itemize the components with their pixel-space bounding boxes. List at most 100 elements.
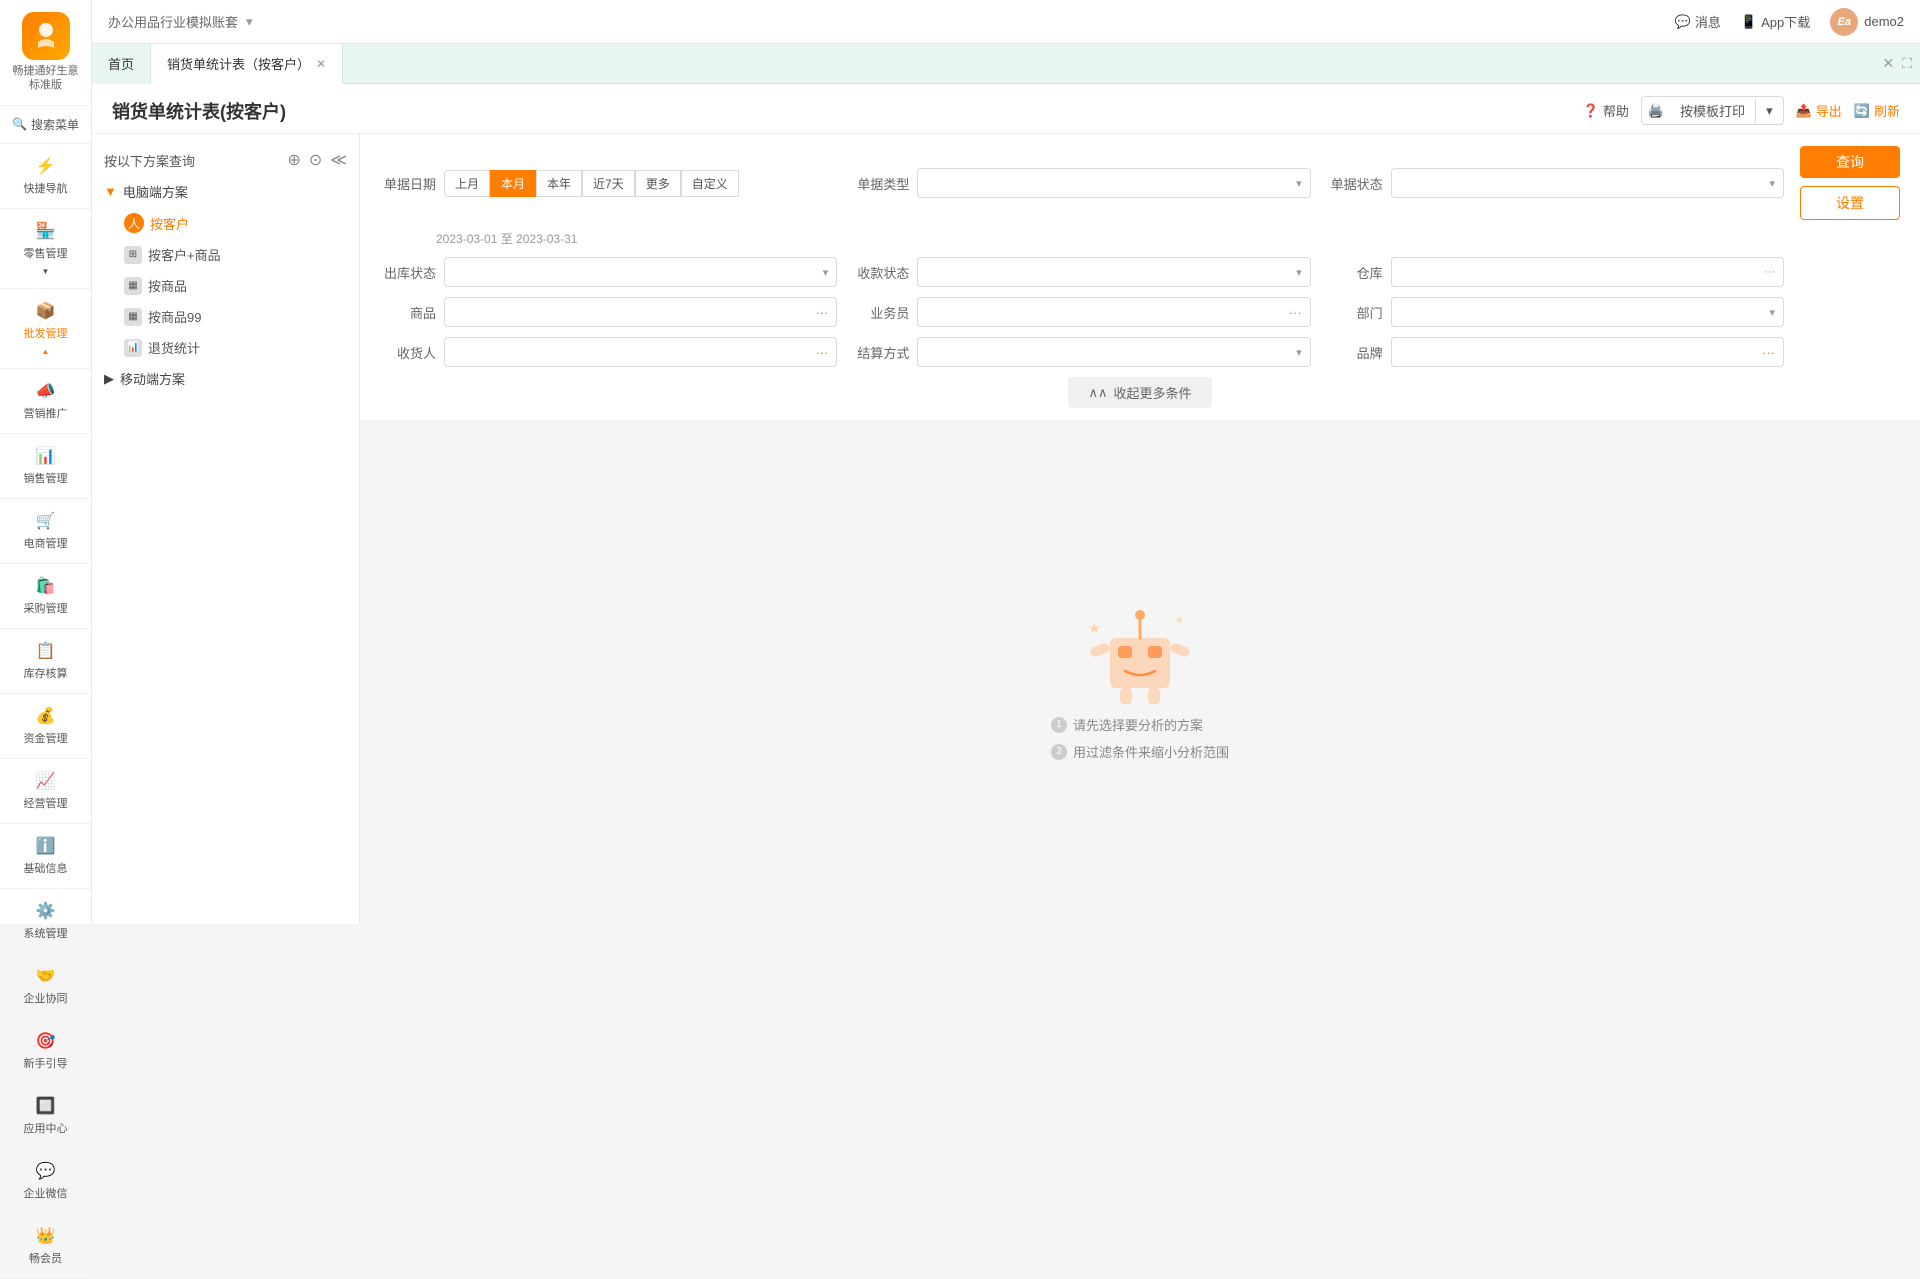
brand-select[interactable]: ··· [1391, 337, 1784, 367]
maximize-icon[interactable]: ⛶ [1902, 55, 1912, 72]
date-btn-last-month[interactable]: 上月 [444, 170, 490, 197]
sidebar-item-weixin[interactable]: 💬 企业微信 [0, 1149, 91, 1214]
filter-receipt-status: 收款状态 ▾ [853, 257, 1310, 287]
edit-scheme-icon[interactable]: ⊙ [309, 150, 322, 170]
goods-select[interactable]: ··· [444, 297, 837, 327]
empty-state-illustration: ★ ★ [1080, 583, 1200, 703]
date-btn-7days[interactable]: 近7天 [582, 170, 635, 197]
page-actions: ❓ 帮助 🖨️ 按模板打印 ▾ 📤 导出 🔄 刷新 [1583, 96, 1900, 125]
tree-section-mobile[interactable]: ▶ 移动端方案 [92, 363, 359, 394]
sidebar-item-yingxiao[interactable]: 📣 营销推广 [0, 369, 91, 434]
date-btn-more[interactable]: 更多 [635, 170, 681, 197]
settlement-control[interactable]: ▾ [917, 337, 1310, 367]
left-panel: 按以下方案查询 ⊕ ⊙ ≪ ▼ 电脑端方案 人 按客户 [92, 134, 360, 924]
tree-item-by-customer[interactable]: 人 按客户 [92, 207, 359, 239]
date-btn-this-month[interactable]: 本月 [490, 170, 536, 197]
date-control: 上月 本月 本年 近7天 更多 自定义 [444, 170, 837, 197]
sidebar-item-caigou[interactable]: 🛍️ 采购管理 [0, 564, 91, 629]
sidebar-item-lingshou[interactable]: 🏪 零售管理 ▼ [0, 209, 91, 289]
receipt-status-select[interactable]: ▾ [917, 257, 1310, 287]
sidebar-item-xiaoshou[interactable]: 📊 销售管理 [0, 434, 91, 499]
out-status-select[interactable]: ▾ [444, 257, 837, 287]
add-scheme-icon[interactable]: ⊕ [287, 150, 300, 170]
tab-close-icon[interactable]: ✕ [316, 57, 326, 71]
box-icon: ▦ [124, 277, 142, 295]
message-btn[interactable]: 💬 消息 [1675, 12, 1721, 31]
date-label: 单据日期 [380, 174, 436, 193]
refresh-btn[interactable]: 🔄 刷新 [1854, 101, 1900, 120]
out-status-control[interactable]: ▾ [444, 257, 837, 287]
caigou-icon: 🛍️ [36, 576, 56, 596]
kuaijie-icon: ⚡ [36, 156, 56, 176]
sidebar-item-xitong[interactable]: ⚙️ 系统管理 [0, 889, 91, 954]
sidebar-item-dianshang[interactable]: 🛒 电商管理 [0, 499, 91, 564]
yingyong-icon: 🔲 [36, 1096, 56, 1116]
settlement-select[interactable]: ▾ [917, 337, 1310, 367]
tree-item-customer-goods[interactable]: ⊞ 按客户+商品 [92, 239, 359, 270]
date-btn-this-year[interactable]: 本年 [536, 170, 582, 197]
sidebar-item-xinshou[interactable]: 🎯 新手引导 [0, 1019, 91, 1084]
user-menu[interactable]: Ea demo2 [1830, 8, 1904, 36]
tree-item-goods[interactable]: ▦ 按商品 [92, 270, 359, 301]
warehouse-control[interactable]: ··· [1391, 257, 1784, 287]
sidebar-item-qiye[interactable]: 🤝 企业协同 [0, 954, 91, 1019]
logo-text: 畅捷通好生意 标准版 [13, 64, 79, 93]
collapse-btn[interactable]: ∧∧ 收起更多条件 [1068, 377, 1211, 408]
collapse-panel-icon[interactable]: ≪ [330, 150, 347, 170]
sidebar-item-kuaijie[interactable]: ⚡ 快捷导航 [0, 144, 91, 209]
brand-control[interactable]: ··· [1391, 337, 1784, 367]
sidebar-item-zijin[interactable]: 💰 资金管理 [0, 694, 91, 759]
receipt-status-control[interactable]: ▾ [917, 257, 1310, 287]
sidebar-item-yingyong[interactable]: 🔲 应用中心 [0, 1084, 91, 1149]
warehouse-select[interactable]: ··· [1391, 257, 1784, 287]
hint-1: 1 请先选择要分析的方案 [1051, 715, 1229, 734]
page-header: 销货单统计表(按客户) ❓ 帮助 🖨️ 按模板打印 ▾ 📤 导出 🔄 刷新 [92, 84, 1920, 134]
settings-btn[interactable]: 设置 [1800, 186, 1900, 220]
dianshang-icon: 🛒 [36, 511, 56, 531]
lingshou-icon: 🏪 [36, 221, 56, 241]
order-status-control[interactable]: ▾ [1391, 168, 1784, 198]
export-btn[interactable]: 📤 导出 [1796, 101, 1842, 120]
sidebar-item-kucun[interactable]: 📋 库存核算 [0, 629, 91, 694]
salesperson-select[interactable]: ··· [917, 297, 1310, 327]
salesperson-control[interactable]: ··· [917, 297, 1310, 327]
sidebar-item-jichu[interactable]: ℹ️ 基础信息 [0, 824, 91, 889]
tree-item-goods99[interactable]: ▦ 按商品99 [92, 301, 359, 332]
department-control[interactable]: ▾ [1391, 297, 1784, 327]
active-scheme-icon: 人 [124, 213, 144, 233]
close-window-icon[interactable]: ✕ [1882, 55, 1894, 72]
tab-home[interactable]: 首页 [92, 44, 151, 84]
right-area: 单据日期 上月 本月 本年 近7天 更多 自定义 [360, 134, 1920, 924]
sidebar-item-huiyuan[interactable]: 👑 畅会员 [0, 1214, 91, 1279]
date-btn-custom[interactable]: 自定义 [681, 170, 739, 197]
order-status-select[interactable]: ▾ [1391, 168, 1784, 198]
tree-arrow-down-icon: ▼ [104, 184, 117, 199]
hint-num-1: 1 [1051, 717, 1067, 733]
order-status-label: 单据状态 [1327, 174, 1383, 193]
goods-control[interactable]: ··· [444, 297, 837, 327]
app-download-btn[interactable]: 📱 App下载 [1741, 12, 1810, 31]
search-menu[interactable]: 🔍 搜索菜单 [0, 106, 91, 144]
order-type-select[interactable]: ▾ [917, 168, 1310, 198]
qiye-icon: 🤝 [36, 966, 56, 986]
sidebar-item-pifa[interactable]: 📦 批发管理 ▲ [0, 289, 91, 369]
collapse-icon: ∧∧ [1088, 385, 1107, 401]
tab-sales-stats[interactable]: 销货单统计表（按客户） ✕ [151, 44, 343, 84]
order-type-control[interactable]: ▾ [917, 168, 1310, 198]
receiver-control[interactable]: ··· [444, 337, 837, 367]
department-select[interactable]: ▾ [1391, 297, 1784, 327]
chevron-down-icon: ▼ [42, 267, 50, 276]
sidebar-item-jingying[interactable]: 📈 经营管理 [0, 759, 91, 824]
filter-order-type: 单据类型 ▾ [853, 168, 1310, 198]
print-label[interactable]: 按模板打印 [1670, 97, 1755, 124]
receiver-select[interactable]: ··· [444, 337, 837, 367]
query-btn[interactable]: 查询 [1800, 146, 1900, 178]
tree-item-return-stats[interactable]: 📊 退货统计 [92, 332, 359, 363]
dropdown-arrow-icon[interactable]: ▾ [246, 14, 253, 30]
help-btn[interactable]: ❓ 帮助 [1583, 101, 1629, 120]
search-icon: 🔍 [12, 117, 27, 131]
filter-goods: 商品 ··· [380, 297, 837, 327]
print-dropdown-arrow[interactable]: ▾ [1755, 99, 1783, 123]
filter-brand: 品牌 ··· [1327, 337, 1784, 367]
tree-section-pc[interactable]: ▼ 电脑端方案 [92, 176, 359, 207]
